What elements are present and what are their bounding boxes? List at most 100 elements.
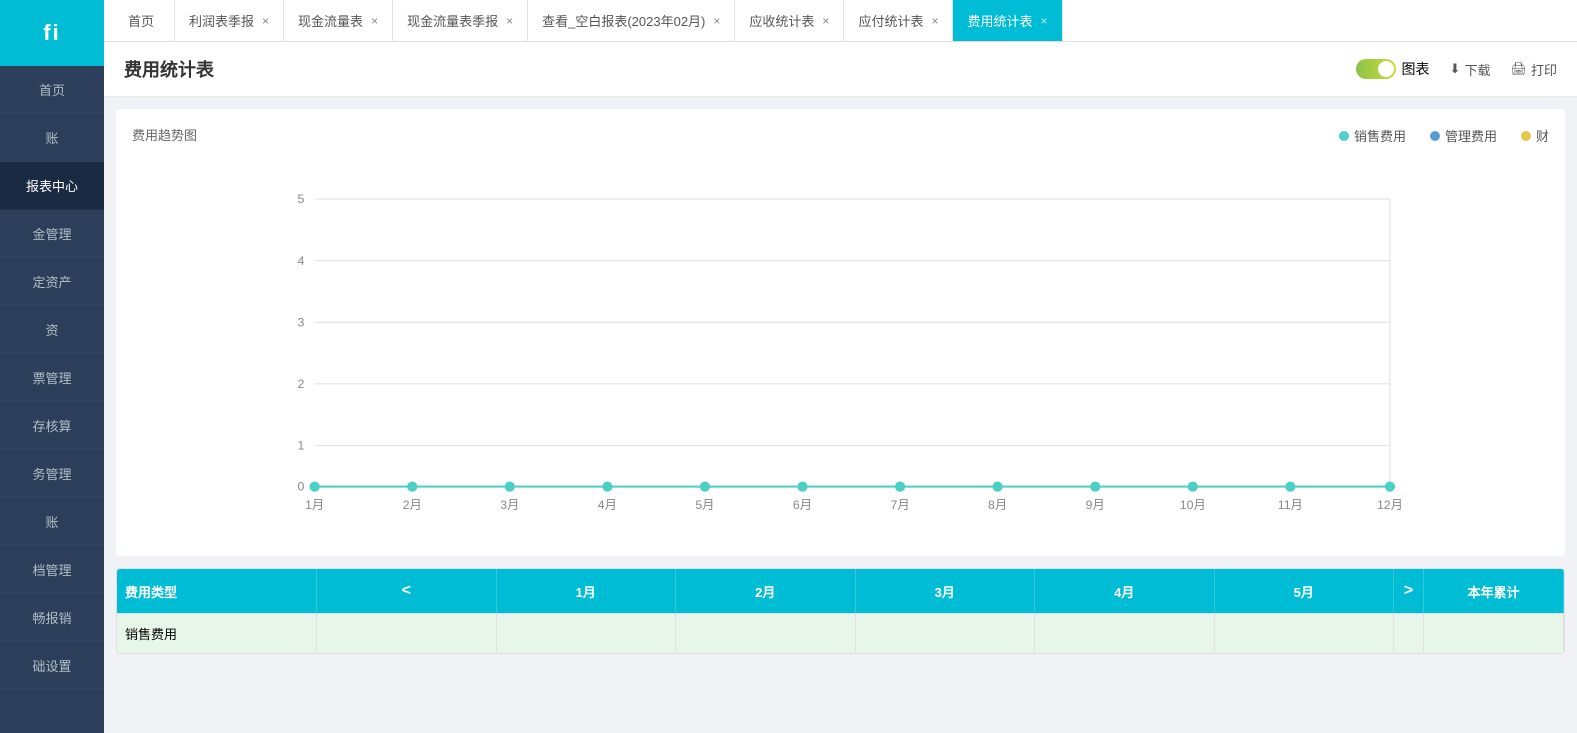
col-header-m2: 2月: [676, 569, 856, 613]
svg-text:1: 1: [298, 439, 305, 453]
svg-text:0: 0: [298, 480, 305, 494]
sidebar-item-archive[interactable]: 档管理: [0, 546, 104, 594]
table-header: 费用类型 < 1月 2月 3月 4月 5月 > 本年累计: [117, 569, 1564, 613]
svg-text:9月: 9月: [1086, 498, 1105, 512]
chart-dot-aug: [993, 481, 1003, 491]
col-header-m3: 3月: [856, 569, 1036, 613]
tab-blank-report[interactable]: 查看_空白报表(2023年02月) ×: [528, 0, 735, 41]
sidebar-item-settings[interactable]: 础设置: [0, 642, 104, 690]
download-icon: ⬇: [1450, 61, 1461, 77]
tab-cashflow-quarterly[interactable]: 现金流量表季报 ×: [393, 0, 528, 41]
sidebar-item-inventory[interactable]: 存核算: [0, 402, 104, 450]
download-label: 下载: [1464, 60, 1490, 79]
svg-text:5: 5: [298, 192, 305, 206]
col-prev-arrow[interactable]: <: [317, 569, 497, 613]
sidebar-item-ledger[interactable]: 账: [0, 498, 104, 546]
page-header: 费用统计表 图表 ⬇ 下载 🖨 打印: [104, 42, 1577, 97]
sidebar: fi 首页 账 报表中心 金管理 定资产 资 票管理 存核算 务管理 账 档管理…: [0, 0, 104, 733]
sidebar-item-expense[interactable]: 畅报销: [0, 594, 104, 642]
chart-dot-jul: [895, 481, 905, 491]
tab-close-blank-report[interactable]: ×: [713, 14, 720, 28]
sidebar-item-finance[interactable]: 金管理: [0, 210, 104, 258]
col-next-arrow[interactable]: >: [1394, 569, 1424, 613]
chart-svg: 5 4 3 2 1 0: [132, 160, 1549, 540]
chart-dot-apr: [602, 481, 612, 491]
cell-m3-sales: [856, 614, 1036, 653]
header-actions: 图表 ⬇ 下载 🖨 打印: [1356, 59, 1557, 79]
print-button[interactable]: 🖨 打印: [1510, 60, 1557, 79]
col-header-m1: 1月: [497, 569, 677, 613]
chart-dot-oct: [1188, 481, 1198, 491]
sidebar-logo: fi: [0, 0, 104, 66]
legend-label-sales: 销售费用: [1354, 126, 1406, 145]
download-button[interactable]: ⬇ 下载: [1450, 60, 1491, 79]
chart-dot-nov: [1285, 481, 1295, 491]
svg-text:6月: 6月: [793, 498, 812, 512]
chart-area: 5 4 3 2 1 0: [132, 160, 1549, 540]
tab-home[interactable]: 首页: [108, 0, 175, 41]
tab-profit-quarterly[interactable]: 利润表季报 ×: [175, 0, 284, 41]
svg-text:3: 3: [298, 315, 305, 329]
main-content: 首页 利润表季报 × 现金流量表 × 现金流量表季报 × 查看_空白报表(202…: [104, 0, 1577, 733]
cell-nav-next: [1394, 614, 1424, 653]
page-content: 费用统计表 图表 ⬇ 下载 🖨 打印 费用趋势图: [104, 42, 1577, 733]
legend-label-finance: 财: [1536, 126, 1549, 145]
cell-m5-sales: [1215, 614, 1395, 653]
chart-dot-jun: [797, 481, 807, 491]
chart-legend: 销售费用 管理费用 财: [1339, 126, 1549, 145]
chart-title: 费用趋势图: [132, 125, 197, 144]
cell-m2-sales: [676, 614, 856, 653]
col-header-m4: 4月: [1035, 569, 1215, 613]
cell-m1-sales: [497, 614, 677, 653]
col-header-type: 费用类型: [117, 569, 317, 613]
cell-m4-sales: [1035, 614, 1215, 653]
tab-cashflow[interactable]: 现金流量表 ×: [284, 0, 393, 41]
tab-close-receivable[interactable]: ×: [822, 14, 829, 28]
svg-text:10月: 10月: [1180, 498, 1206, 512]
svg-text:3月: 3月: [500, 498, 519, 512]
expense-table: 费用类型 < 1月 2月 3月 4月 5月 > 本年累计 销售费用: [116, 568, 1565, 654]
chart-dot-dec: [1385, 481, 1395, 491]
svg-text:12月: 12月: [1377, 498, 1403, 512]
sidebar-item-reports[interactable]: 报表中心: [0, 162, 104, 210]
chart-dot-jan: [310, 481, 320, 491]
table-row-sales: 销售费用: [117, 613, 1564, 653]
tab-close-cashflow-quarterly[interactable]: ×: [506, 14, 513, 28]
cell-ytd-sales: [1424, 614, 1564, 653]
legend-admin: 管理费用: [1430, 126, 1497, 145]
tab-bar: 首页 利润表季报 × 现金流量表 × 现金流量表季报 × 查看_空白报表(202…: [104, 0, 1577, 42]
sidebar-item-home[interactable]: 首页: [0, 66, 104, 114]
chart-dot-may: [700, 481, 710, 491]
legend-dot-finance: [1521, 131, 1531, 141]
chart-dot-mar: [505, 481, 515, 491]
chart-toggle-switch[interactable]: [1356, 59, 1396, 79]
sidebar-item-business[interactable]: 务管理: [0, 450, 104, 498]
svg-text:1月: 1月: [305, 498, 324, 512]
sidebar-item-invoice[interactable]: 票管理: [0, 354, 104, 402]
tab-expense-stats[interactable]: 费用统计表 ×: [953, 0, 1062, 41]
tab-close-payable[interactable]: ×: [931, 14, 938, 28]
chart-toggle-label: 图表: [1402, 59, 1430, 79]
print-label: 打印: [1531, 60, 1557, 79]
chart-dot-feb: [407, 481, 417, 491]
legend-finance: 财: [1521, 126, 1549, 145]
legend-dot-admin: [1430, 131, 1440, 141]
tab-close-cashflow[interactable]: ×: [371, 14, 378, 28]
chart-toggle-container[interactable]: 图表: [1356, 59, 1430, 79]
sidebar-item-asset[interactable]: 资: [0, 306, 104, 354]
print-icon: 🖨: [1510, 61, 1527, 77]
chart-section: 费用趋势图 销售费用 管理费用 财: [116, 109, 1565, 556]
tab-close-profit-quarterly[interactable]: ×: [262, 14, 269, 28]
tab-receivable[interactable]: 应收统计表 ×: [735, 0, 844, 41]
tab-close-expense-stats[interactable]: ×: [1040, 14, 1047, 28]
cell-nav-prev: [317, 614, 497, 653]
tab-payable[interactable]: 应付统计表 ×: [844, 0, 953, 41]
svg-text:5月: 5月: [695, 498, 714, 512]
legend-sales: 销售费用: [1339, 126, 1406, 145]
col-header-m5: 5月: [1215, 569, 1395, 613]
chart-dot-sep: [1090, 481, 1100, 491]
sidebar-item-account[interactable]: 账: [0, 114, 104, 162]
legend-dot-sales: [1339, 131, 1349, 141]
sidebar-item-fixed-assets[interactable]: 定资产: [0, 258, 104, 306]
svg-text:4月: 4月: [598, 498, 617, 512]
